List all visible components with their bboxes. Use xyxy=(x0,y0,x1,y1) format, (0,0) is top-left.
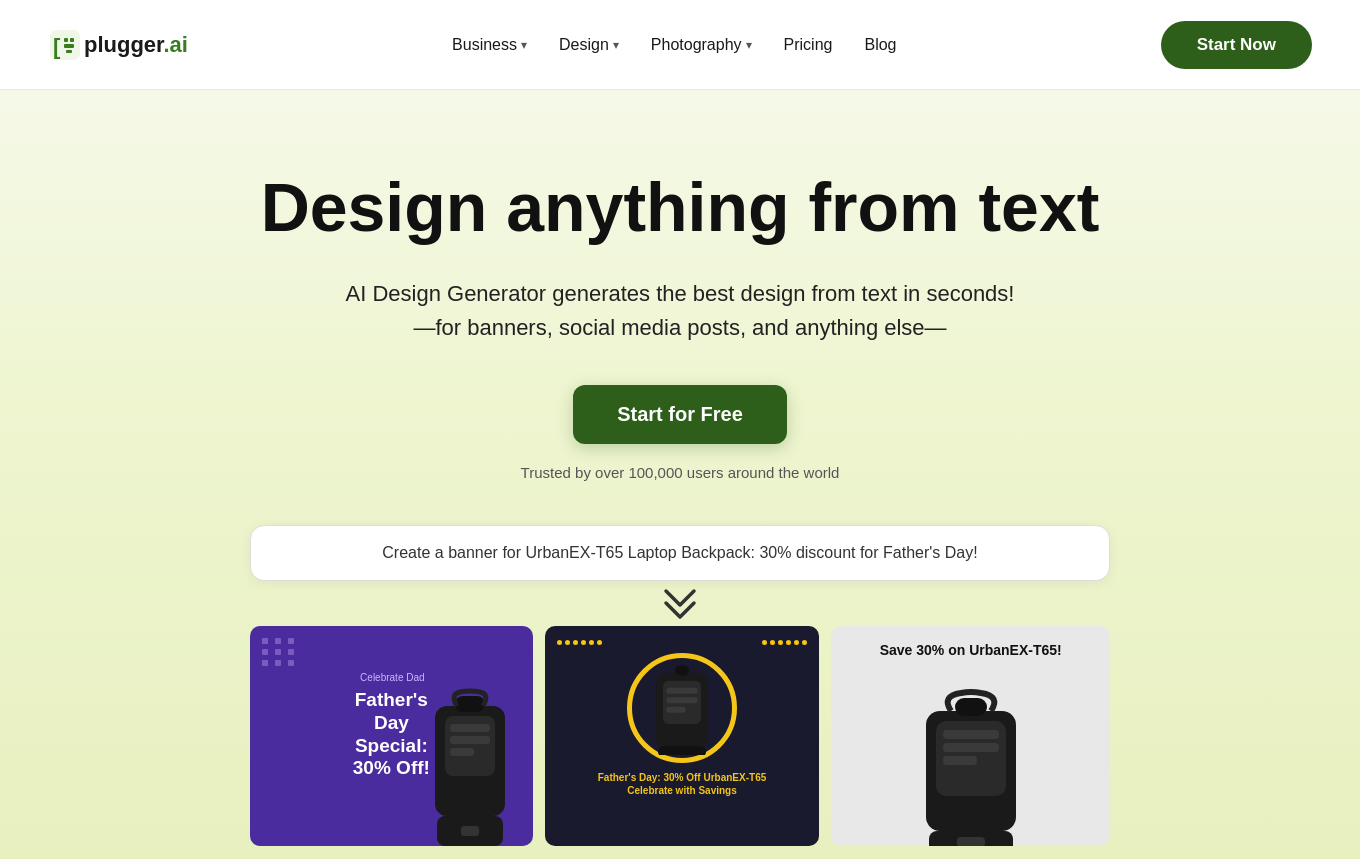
nav-item-design[interactable]: Design ▾ xyxy=(559,36,619,54)
svg-rect-23 xyxy=(943,730,999,739)
svg-rect-18 xyxy=(666,707,685,713)
banner-2: Father's Day: 30% Off UrbanEX-T65 Celebr… xyxy=(545,626,820,846)
banner1-celebrate-label: Celebrate Dad xyxy=(268,672,517,683)
chevron-down-icon: ▾ xyxy=(521,38,527,52)
demo-area: Create a banner for UrbanEX-T65 Laptop B… xyxy=(250,525,1110,846)
logo-text: plugger.ai xyxy=(84,32,188,58)
nav-item-photography[interactable]: Photography ▾ xyxy=(651,36,752,54)
demo-banners: Celebrate Dad Father's Day Special: 30% … xyxy=(250,626,1110,846)
svg-rect-24 xyxy=(943,743,999,752)
chevron-down-icon: ▾ xyxy=(746,38,752,52)
banner2-tag-line: Father's Day: 30% Off UrbanEX-T65 Celebr… xyxy=(598,771,767,797)
hero-subtitle: AI Design Generator generates the best d… xyxy=(346,277,1015,345)
svg-rect-13 xyxy=(461,826,479,836)
svg-rect-4 xyxy=(64,44,74,48)
logo[interactable]: [ plugger.ai xyxy=(48,28,188,62)
nav-links: Business ▾ Design ▾ Photography ▾ Pricin… xyxy=(452,36,896,54)
svg-rect-19 xyxy=(675,666,689,676)
start-now-button[interactable]: Start Now xyxy=(1161,21,1312,69)
hero-section: Design anything from text AI Design Gene… xyxy=(0,90,1360,859)
banner1-backpack-image xyxy=(415,686,525,846)
double-chevron-icon xyxy=(658,587,702,626)
hero-title: Design anything from text xyxy=(261,170,1100,245)
svg-rect-9 xyxy=(450,736,490,744)
svg-rect-25 xyxy=(943,756,977,765)
logo-icon: [ xyxy=(48,28,82,62)
svg-rect-5 xyxy=(66,50,72,53)
banner2-circle-frame xyxy=(627,653,737,763)
svg-rect-28 xyxy=(957,837,985,846)
svg-rect-10 xyxy=(450,748,474,756)
banner3-backpack-image xyxy=(911,686,1031,846)
banner2-dots xyxy=(557,640,808,645)
nav-item-pricing[interactable]: Pricing xyxy=(784,36,833,54)
nav-item-blog[interactable]: Blog xyxy=(864,36,896,54)
banner3-title: Save 30% on UrbanEX-T65! xyxy=(845,642,1096,660)
dot-grid-decoration xyxy=(262,638,296,666)
svg-rect-16 xyxy=(666,688,697,694)
nav-item-business[interactable]: Business ▾ xyxy=(452,36,527,54)
svg-rect-17 xyxy=(666,698,697,704)
navbar: [ plugger.ai Business ▾ Design ▾ Photogr… xyxy=(0,0,1360,90)
svg-rect-11 xyxy=(455,696,485,712)
banner-3: Save 30% on UrbanEX-T65! xyxy=(831,626,1110,846)
svg-rect-2 xyxy=(64,38,68,42)
chevron-down-icon: ▾ xyxy=(613,38,619,52)
trust-text: Trusted by over 100,000 users around the… xyxy=(521,464,840,481)
start-free-button[interactable]: Start for Free xyxy=(573,385,787,444)
svg-rect-3 xyxy=(70,38,74,42)
svg-rect-8 xyxy=(450,724,490,732)
svg-rect-20 xyxy=(658,747,706,756)
svg-rect-26 xyxy=(955,698,987,716)
svg-text:[: [ xyxy=(53,34,61,59)
demo-input: Create a banner for UrbanEX-T65 Laptop B… xyxy=(250,525,1110,581)
banner-1: Celebrate Dad Father's Day Special: 30% … xyxy=(250,626,533,846)
